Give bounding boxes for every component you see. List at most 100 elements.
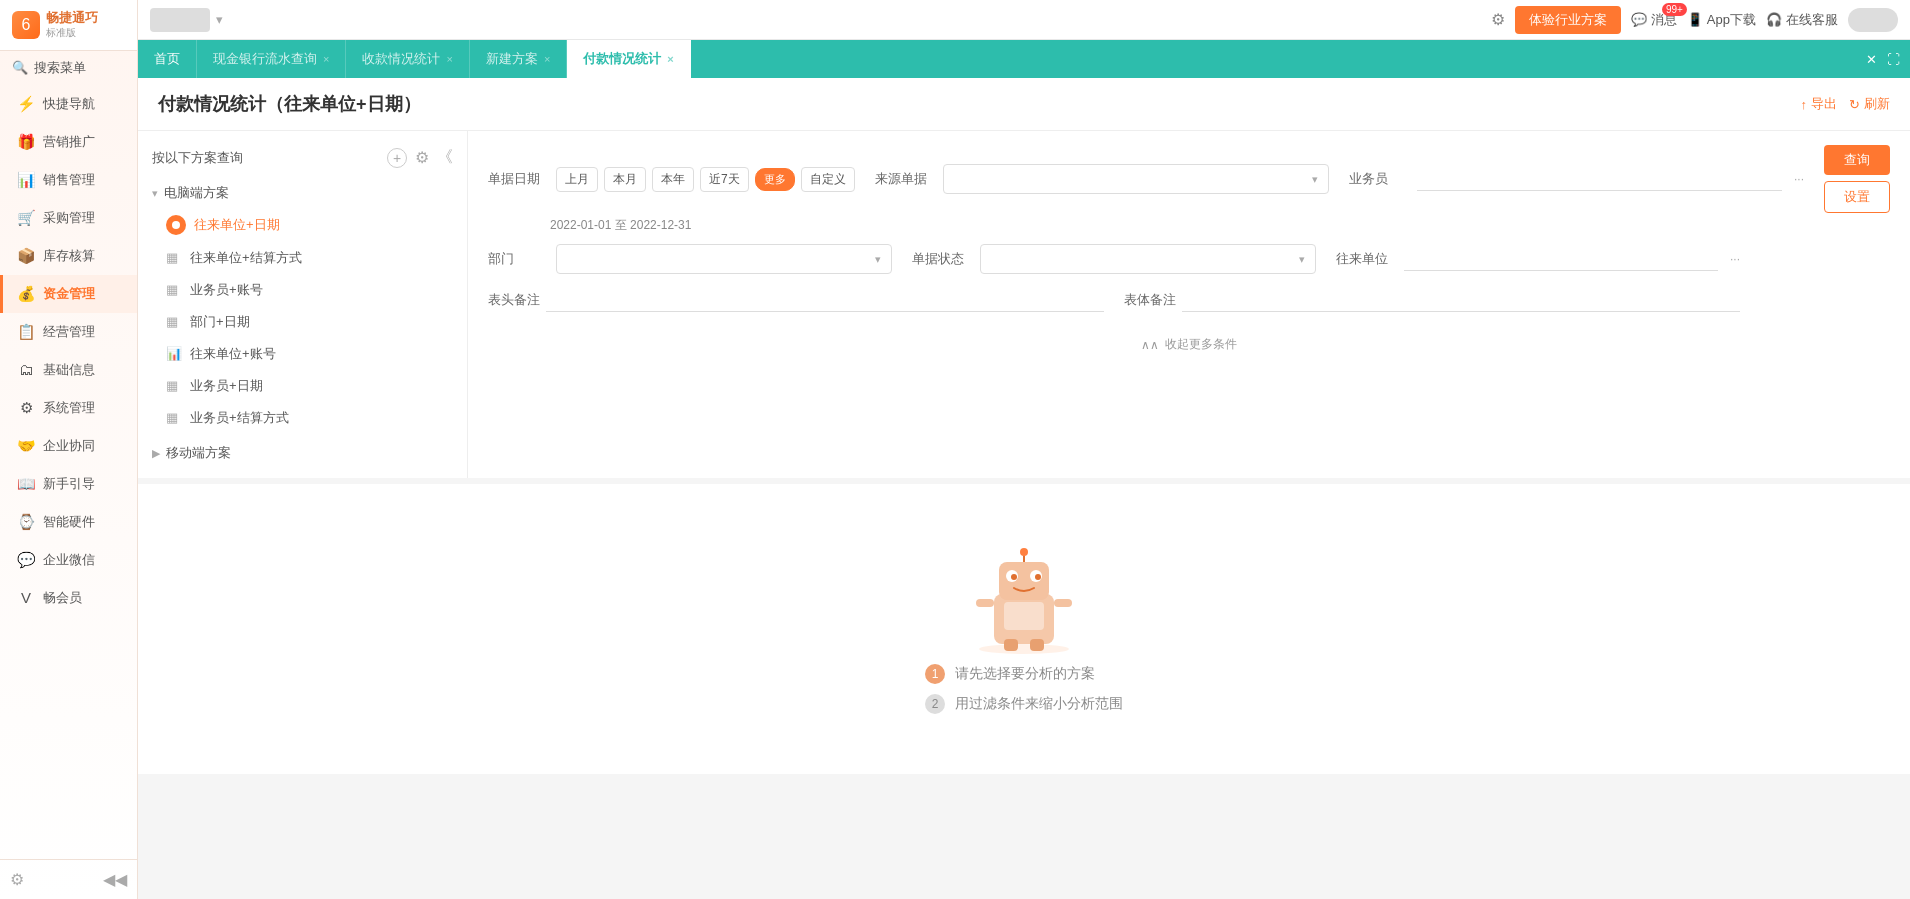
header-gear-icon[interactable]: ⚙ [1491, 10, 1505, 29]
sidebar-item-inventory[interactable]: 📦 库存核算 [0, 237, 137, 275]
scheme-item-table-icon-2: ▦ [166, 282, 182, 298]
sidebar-item-guide[interactable]: 📖 新手引导 [0, 465, 137, 503]
sidebar-item-system[interactable]: ⚙ 系统管理 [0, 389, 137, 427]
sidebar-item-purchase[interactable]: 🛒 采购管理 [0, 199, 137, 237]
tab-receipt-stats-close[interactable]: × [446, 53, 452, 65]
tab-home[interactable]: 首页 [138, 40, 197, 78]
scheme-item-table-icon-3: ▦ [166, 314, 182, 330]
partner-ellipsis[interactable]: ··· [1730, 252, 1740, 266]
app-download-label: App下载 [1707, 11, 1756, 29]
sidebar-item-operations[interactable]: 📋 经营管理 [0, 313, 137, 351]
date-btn-this-year[interactable]: 本年 [652, 167, 694, 192]
header-note-input[interactable] [546, 288, 1104, 312]
sidebar-item-base-info[interactable]: 🗂 基础信息 [0, 351, 137, 389]
mobile-section-header[interactable]: ▶ 移动端方案 [138, 438, 467, 468]
tab-new-scheme-label: 新建方案 [486, 50, 538, 68]
search-menu[interactable]: 🔍 搜索菜单 [0, 51, 137, 85]
scheme-add-button[interactable]: + [387, 148, 407, 168]
scheme-item-3[interactable]: ▦ 部门+日期 [138, 306, 467, 338]
sidebar-item-marketing[interactable]: 🎁 营销推广 [0, 123, 137, 161]
mobile-section-label: 移动端方案 [166, 444, 231, 462]
scheme-item-5[interactable]: ▦ 业务员+日期 [138, 370, 467, 402]
svg-rect-9 [1054, 599, 1072, 607]
user-avatar[interactable] [1848, 8, 1898, 32]
tab-payment-stats[interactable]: 付款情况统计 × [567, 40, 690, 78]
close-all-tabs-icon[interactable]: ✕ [1866, 52, 1877, 67]
dept-select[interactable]: ▾ [556, 244, 892, 274]
settings-bottom-icon[interactable]: ⚙ [10, 870, 24, 889]
source-doc-label: 来源单据 [875, 170, 935, 188]
desktop-scheme-section: ▾ 电脑端方案 往来单位+日期 ▦ 往来单位+结算 [138, 178, 467, 434]
online-service-action[interactable]: 🎧 在线客服 [1766, 11, 1838, 29]
base-info-icon: 🗂 [17, 361, 35, 379]
sidebar-item-cooperation[interactable]: 🤝 企业协同 [0, 427, 137, 465]
desktop-section-header[interactable]: ▾ 电脑端方案 [138, 178, 467, 208]
page-header: 付款情况统计（往来单位+日期） ↑ 导出 ↻ 刷新 [138, 78, 1910, 131]
breadcrumb: ▾ [150, 8, 1481, 32]
scheme-item-0[interactable]: 往来单位+日期 [138, 208, 467, 242]
scheme-item-2[interactable]: ▦ 业务员+账号 [138, 274, 467, 306]
svg-rect-3 [999, 562, 1049, 600]
sidebar-item-sales[interactable]: 📊 销售管理 [0, 161, 137, 199]
date-btn-custom[interactable]: 自定义 [801, 167, 855, 192]
trial-button[interactable]: 体验行业方案 [1515, 6, 1621, 34]
sidebar-item-member[interactable]: V 畅会员 [0, 579, 137, 617]
message-icon: 💬 [1631, 12, 1647, 27]
sidebar-item-weixin[interactable]: 💬 企业微信 [0, 541, 137, 579]
scheme-collapse-icon[interactable]: 《 [437, 147, 453, 168]
collapse-button[interactable]: ∧∧ 收起更多条件 [1131, 326, 1247, 363]
settings-button[interactable]: 设置 [1824, 181, 1890, 213]
date-range-value: 2022-01-01 至 2022-12-31 [488, 217, 1890, 234]
tip-text-2: 用过滤条件来缩小分析范围 [955, 695, 1123, 713]
sidebar-item-quick-nav[interactable]: ⚡ 快捷导航 [0, 85, 137, 123]
tab-bank-flow[interactable]: 现金银行流水查询 × [197, 40, 346, 78]
message-action[interactable]: 💬 消息 99+ [1631, 11, 1677, 29]
refresh-button[interactable]: ↻ 刷新 [1849, 95, 1890, 113]
tab-bank-flow-close[interactable]: × [323, 53, 329, 65]
sidebar-item-smart-hardware[interactable]: ⌚ 智能硬件 [0, 503, 137, 541]
query-row-2: 部门 ▾ 单据状态 ▾ 往来单位 [488, 244, 1890, 274]
logo-name: 畅捷通巧 [46, 10, 98, 26]
breadcrumb-avatar [150, 8, 210, 32]
app-icon: 📱 [1687, 12, 1703, 27]
data-area: 1 请先选择要分析的方案 2 用过滤条件来缩小分析范围 [138, 484, 1910, 774]
dept-label: 部门 [488, 250, 548, 268]
tab-receipt-stats[interactable]: 收款情况统计 × [346, 40, 469, 78]
fullscreen-icon[interactable]: ⛶ [1887, 52, 1900, 67]
operations-icon: 📋 [17, 323, 35, 341]
collapse-sidebar-icon[interactable]: ◀◀ [103, 870, 127, 889]
scheme-item-chart-icon: 📊 [166, 346, 182, 362]
app-download-action[interactable]: 📱 App下载 [1687, 11, 1756, 29]
source-doc-select[interactable]: ▾ [943, 164, 1330, 194]
salesman-ellipsis[interactable]: ··· [1794, 172, 1804, 186]
date-btn-more[interactable]: 更多 [755, 168, 795, 191]
dept-field: 部门 ▾ [488, 244, 892, 274]
tab-bar: 首页 现金银行流水查询 × 收款情况统计 × 新建方案 × 付款情况统计 × ✕… [138, 40, 1910, 78]
empty-tips: 1 请先选择要分析的方案 2 用过滤条件来缩小分析范围 [925, 664, 1123, 714]
tab-new-scheme-close[interactable]: × [544, 53, 550, 65]
scheme-settings-icon[interactable]: ⚙ [415, 148, 429, 167]
sidebar-item-finance[interactable]: 💰 资金管理 [0, 275, 137, 313]
scheme-item-6[interactable]: ▦ 业务员+结算方式 [138, 402, 467, 434]
dept-arrow: ▾ [875, 253, 881, 266]
tab-new-scheme[interactable]: 新建方案 × [470, 40, 567, 78]
partner-input[interactable] [1404, 247, 1718, 271]
chevron-down-icon: ▾ [216, 12, 223, 27]
salesman-input[interactable] [1417, 167, 1782, 191]
system-icon: ⚙ [17, 399, 35, 417]
tab-payment-stats-close[interactable]: × [667, 53, 673, 65]
scheme-item-4[interactable]: 📊 往来单位+账号 [138, 338, 467, 370]
date-btn-7days[interactable]: 近7天 [700, 167, 749, 192]
page-header-actions: ↑ 导出 ↻ 刷新 [1801, 95, 1891, 113]
date-btn-last-month[interactable]: 上月 [556, 167, 598, 192]
export-button[interactable]: ↑ 导出 [1801, 95, 1838, 113]
body-note-input[interactable] [1182, 288, 1740, 312]
tab-payment-stats-label: 付款情况统计 [583, 50, 661, 68]
logo-icon: 6 [12, 11, 40, 39]
doc-status-select[interactable]: ▾ [980, 244, 1316, 274]
sidebar-bottom: ⚙ ◀◀ [0, 859, 137, 899]
scheme-item-1[interactable]: ▦ 往来单位+结算方式 [138, 242, 467, 274]
query-button[interactable]: 查询 [1824, 145, 1890, 175]
tab-bank-flow-label: 现金银行流水查询 [213, 50, 317, 68]
date-btn-this-month[interactable]: 本月 [604, 167, 646, 192]
